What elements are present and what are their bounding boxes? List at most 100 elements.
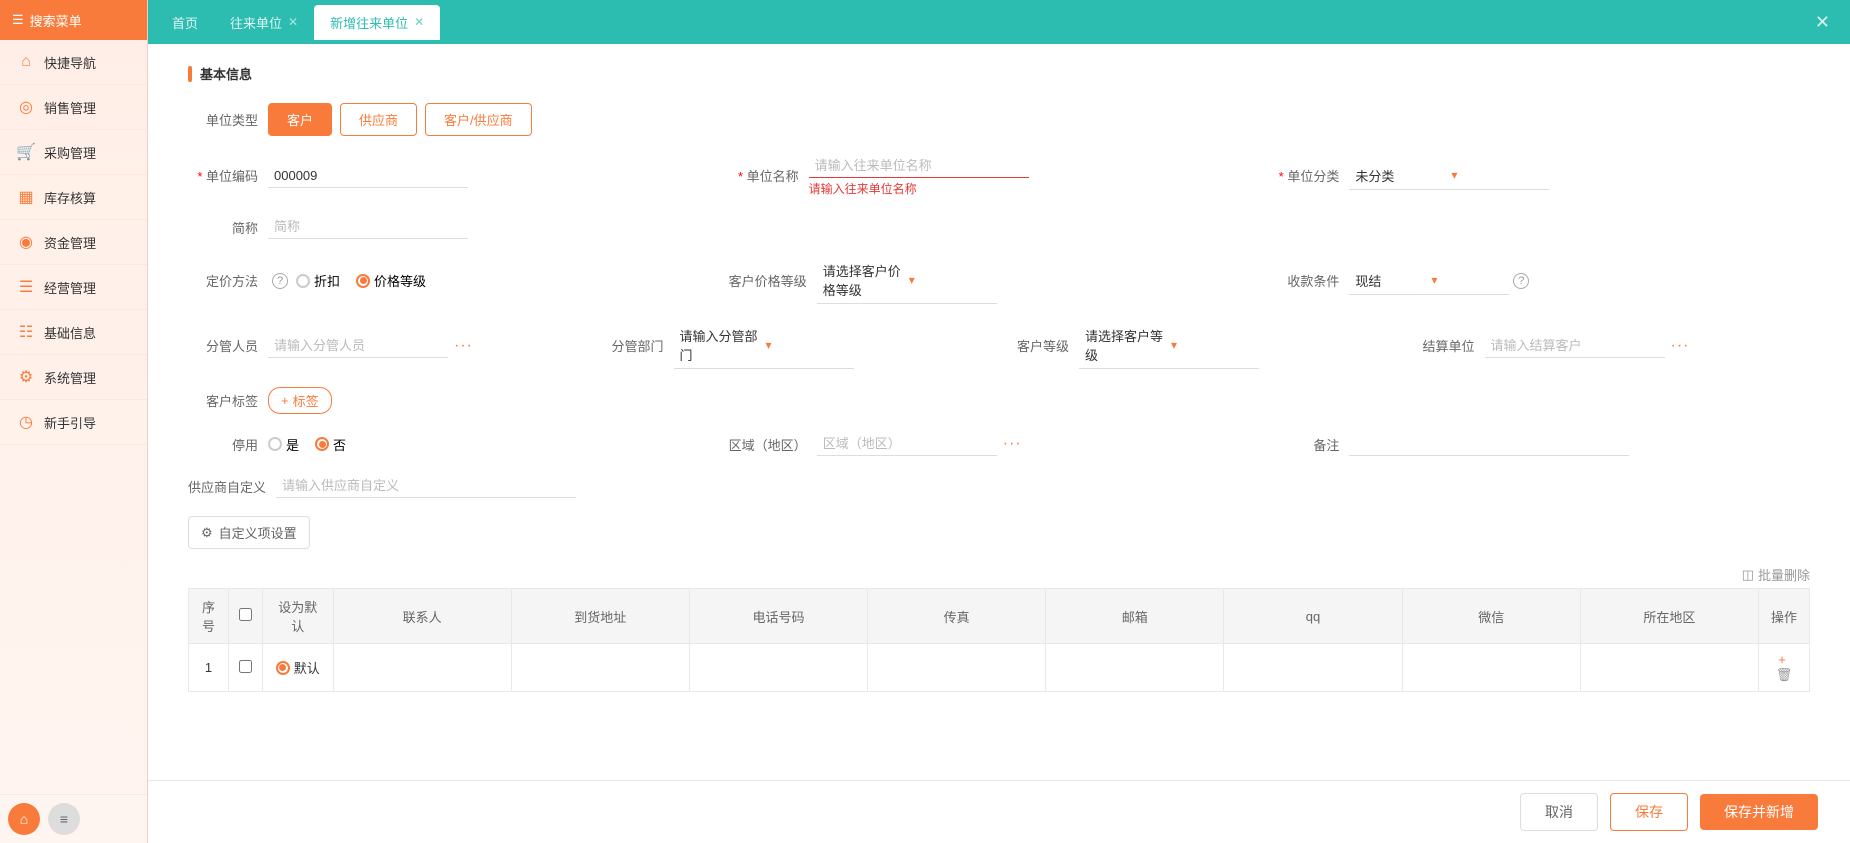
pricing-discount-radio [296,274,310,288]
menu-button[interactable]: ≡ [48,803,80,835]
sidebar-item-basic-info[interactable]: ☷ 基础信息 [0,310,147,355]
contact-input[interactable] [344,660,501,675]
region-group: 区域（地区） ··· [729,432,1270,456]
unit-category-value: 未分类 [1355,166,1447,185]
pricing-row: 定价方法 ? 折扣 价格等级 客户价格等级 请选择客户价格等级 [188,257,1810,304]
email-input[interactable] [1056,660,1213,675]
tab-contacts[interactable]: 往来单位 ✕ [214,5,314,40]
disabled-region-note-row: 停用 是 否 区域（地区） ··· 备注 [188,432,1810,456]
disabled-yes-option[interactable]: 是 [268,435,299,454]
window-close-button[interactable]: ✕ [1803,12,1842,33]
pricing-discount-option[interactable]: 折扣 [296,271,340,290]
phone-input[interactable] [700,660,857,675]
sidebar-item-operations[interactable]: ☰ 经营管理 [0,265,147,310]
tab-home-label: 首页 [172,13,198,32]
sidebar-search[interactable]: ☰ 搜索菜单 [0,0,147,40]
td-phone[interactable] [689,644,867,692]
th-qq: qq [1224,589,1402,644]
wechat-input[interactable] [1413,660,1570,675]
short-name-label: 简称 [188,218,268,237]
unit-name-input[interactable] [809,154,1029,178]
td-contact[interactable] [333,644,511,692]
payment-help-icon[interactable]: ? [1513,273,1529,289]
supplier-custom-input[interactable] [276,474,576,498]
th-email: 邮箱 [1046,589,1224,644]
department-label: 分管部门 [594,336,674,355]
pricing-help-icon[interactable]: ? [272,273,288,289]
del-row-button[interactable]: 🗑 [1776,667,1793,682]
payment-condition-label: 收款条件 [1269,271,1349,290]
pricing-level-option[interactable]: 价格等级 [356,271,426,290]
manager-more-icon[interactable]: ··· [454,337,473,355]
tab-home[interactable]: 首页 [156,5,214,40]
sidebar-item-inventory[interactable]: ▦ 库存核算 [0,175,147,220]
settlement-more-icon[interactable]: ··· [1671,337,1690,355]
td-fax[interactable] [868,644,1046,692]
disabled-no-option[interactable]: 否 [315,435,346,454]
td-email[interactable] [1046,644,1224,692]
home-button[interactable]: ⌂ [8,803,40,835]
customer-level-label: 客户等级 [999,336,1079,355]
fax-input[interactable] [878,660,1035,675]
td-qq[interactable] [1224,644,1402,692]
unit-btn-customer[interactable]: 客户 [268,103,332,136]
sidebar-item-label: 快捷导航 [44,53,96,72]
settlement-unit-group: 结算单位 ··· [1405,334,1811,358]
department-select[interactable]: 请输入分管部门 ▾ [674,322,854,369]
default-radio-item[interactable]: 默认 [273,658,323,677]
region-input[interactable] [817,432,997,456]
tab-new-contact-close[interactable]: ✕ [414,15,424,29]
tab-contacts-close[interactable]: ✕ [288,15,298,29]
th-wechat: 微信 [1402,589,1580,644]
unit-code-input[interactable] [268,164,468,188]
department-chevron: ▾ [766,338,848,352]
disabled-no-radio [315,437,329,451]
sidebar-item-label: 基础信息 [44,323,96,342]
td-wechat[interactable] [1402,644,1580,692]
sidebar-item-finance[interactable]: ◉ 资金管理 [0,220,147,265]
row-checkbox[interactable] [239,660,252,673]
customer-level-select[interactable]: 请选择客户等级 ▾ [1079,322,1259,369]
cancel-button[interactable]: 取消 [1520,793,1598,831]
sidebar-item-sales[interactable]: ◎ 销售管理 [0,85,147,130]
add-tag-button[interactable]: + 标签 [268,387,332,414]
th-address: 到货地址 [511,589,689,644]
unit-type-row: 单位类型 客户 供应商 客户/供应商 [188,103,1810,136]
payment-condition-select[interactable]: 现结 ▾ [1349,267,1509,295]
customer-price-level-label: 客户价格等级 [729,271,817,290]
unit-btn-both[interactable]: 客户/供应商 [425,103,532,136]
td-address[interactable] [511,644,689,692]
sidebar-item-purchase[interactable]: 🛒 采购管理 [0,130,147,175]
payment-condition-group: 收款条件 现结 ▾ ? [1269,267,1810,295]
tab-new-contact[interactable]: 新增往来单位 ✕ [314,5,440,40]
unit-code-group: 单位编码 [188,164,729,188]
sidebar-item-system[interactable]: ⚙ 系统管理 [0,355,147,400]
unit-category-select[interactable]: 未分类 ▾ [1349,162,1549,190]
select-all-checkbox[interactable] [239,608,252,621]
system-icon: ⚙ [16,367,36,387]
settlement-unit-input[interactable] [1485,334,1665,358]
manager-input[interactable] [268,334,448,358]
qq-input[interactable] [1234,660,1391,675]
batch-delete-button[interactable]: ◫ 批量删除 [188,565,1810,584]
region-more-icon[interactable]: ··· [1003,435,1022,453]
disabled-group: 停用 是 否 [188,435,729,454]
pricing-method-label: 定价方法 [188,271,268,290]
address-input[interactable] [522,660,679,675]
sidebar-item-quick-nav[interactable]: ⌂ 快捷导航 [0,40,147,85]
add-row-button[interactable]: + [1778,652,1786,667]
unit-btn-supplier[interactable]: 供应商 [340,103,417,136]
custom-settings-button[interactable]: ⚙ 自定义项设置 [188,516,310,549]
td-default: 默认 [263,644,334,692]
unit-category-label: 单位分类 [1269,166,1349,185]
customer-price-level-select[interactable]: 请选择客户价格等级 ▾ [817,257,997,304]
sidebar-footer: ⌂ ≡ [0,794,147,843]
sidebar-item-newbie[interactable]: ◷ 新手引导 [0,400,147,445]
note-input[interactable] [1349,432,1629,456]
save-new-button[interactable]: 保存并新增 [1700,794,1818,830]
location-input[interactable] [1591,660,1748,675]
sales-icon: ◎ [16,97,36,117]
short-name-input[interactable] [268,215,468,239]
save-button[interactable]: 保存 [1610,793,1688,831]
td-location[interactable] [1580,644,1758,692]
